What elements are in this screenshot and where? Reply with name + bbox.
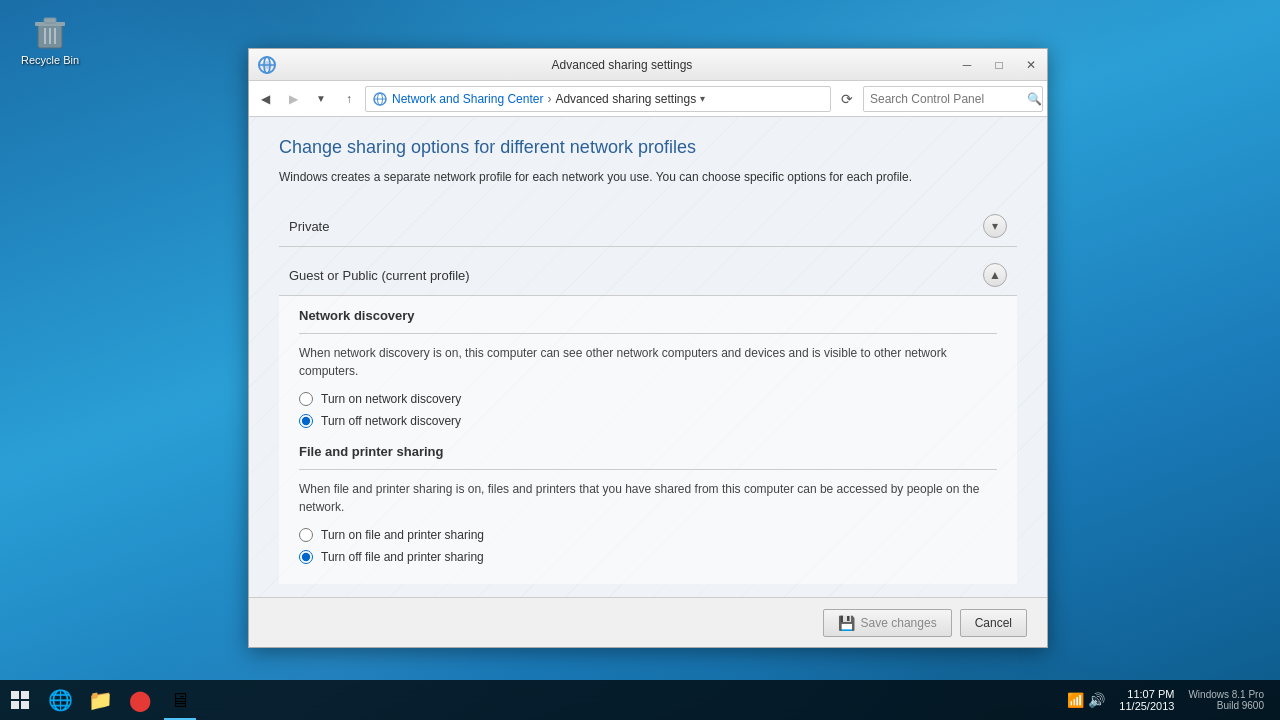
section-private: Private ▾ xyxy=(279,206,1017,247)
search-input[interactable] xyxy=(864,92,1026,106)
svg-rect-13 xyxy=(21,691,29,699)
clock[interactable]: 11:07 PM 11/25/2013 xyxy=(1111,688,1182,712)
window-title: Advanced sharing settings xyxy=(285,58,959,72)
svg-rect-14 xyxy=(11,701,19,709)
taskbar-ie[interactable]: 🌐 xyxy=(40,680,80,720)
svg-rect-2 xyxy=(44,18,56,23)
network-discovery-title: Network discovery xyxy=(299,308,997,323)
network-discovery-off-option[interactable]: Turn off network discovery xyxy=(299,414,997,428)
control-panel-icon: 🖥 xyxy=(170,689,190,712)
network-discovery-divider xyxy=(299,333,997,334)
network-breadcrumb-icon xyxy=(372,91,388,107)
save-changes-label: Save changes xyxy=(861,616,937,630)
windows-info: Windows 8.1 Pro Build 9600 xyxy=(1188,689,1272,711)
app3-icon: ⬤ xyxy=(129,688,151,712)
section-guest-public-content: Network discovery When network discovery… xyxy=(279,296,1017,584)
taskbar-items: 🌐 📁 ⬤ 🖥 xyxy=(40,680,1059,720)
clock-time: 11:07 PM xyxy=(1127,688,1174,700)
breadcrumb: Network and Sharing Center › Advanced sh… xyxy=(365,86,831,112)
section-guest-public: Guest or Public (current profile) ▲ Netw… xyxy=(279,255,1017,584)
section-private-title: Private xyxy=(289,219,329,234)
taskbar-app3[interactable]: ⬤ xyxy=(120,680,160,720)
page-title: Change sharing options for different net… xyxy=(279,137,1017,158)
minimize-button[interactable]: ─ xyxy=(951,49,983,81)
file-printer-title: File and printer sharing xyxy=(299,444,997,459)
window-controls: ─ □ ✕ xyxy=(951,49,1047,81)
file-printer-on-radio[interactable] xyxy=(299,528,313,542)
clock-date: 11/25/2013 xyxy=(1119,700,1174,712)
window-icon xyxy=(257,55,277,75)
taskbar: 🌐 📁 ⬤ 🖥 📶 🔊 11:07 PM 11/25/2013 Windo xyxy=(0,680,1280,720)
advanced-sharing-window: Advanced sharing settings ─ □ ✕ ◀ ▶ ▼ ↑ … xyxy=(248,48,1048,648)
windows-version: Windows 8.1 Pro xyxy=(1188,689,1264,700)
taskbar-file-explorer[interactable]: 📁 xyxy=(80,680,120,720)
forward-button[interactable]: ▶ xyxy=(281,87,305,111)
desktop: Recycle Bin Advanced sharing settings ─ … xyxy=(0,0,1280,720)
windows-build: Build 9600 xyxy=(1217,700,1264,711)
network-discovery-on-option[interactable]: Turn on network discovery xyxy=(299,392,997,406)
network-tray-icon[interactable]: 📶 xyxy=(1067,692,1084,708)
maximize-button[interactable]: □ xyxy=(983,49,1015,81)
network-discovery-off-radio[interactable] xyxy=(299,414,313,428)
file-printer-off-radio[interactable] xyxy=(299,550,313,564)
svg-rect-15 xyxy=(21,701,29,709)
search-box: 🔍 xyxy=(863,86,1043,112)
up-button[interactable]: ↑ xyxy=(337,87,361,111)
file-printer-on-label: Turn on file and printer sharing xyxy=(321,528,484,542)
back-button[interactable]: ◀ xyxy=(253,87,277,111)
file-printer-subsection: File and printer sharing When file and p… xyxy=(299,444,997,564)
search-icon[interactable]: 🔍 xyxy=(1026,87,1042,111)
save-changes-button: 💾 Save changes xyxy=(823,609,952,637)
windows-logo-icon xyxy=(10,690,30,710)
section-guest-public-toggle[interactable]: ▲ xyxy=(983,263,1007,287)
network-discovery-on-radio[interactable] xyxy=(299,392,313,406)
taskbar-right: 📶 🔊 11:07 PM 11/25/2013 Windows 8.1 Pro … xyxy=(1059,680,1280,720)
section-all-networks-header[interactable]: All Networks ▾ xyxy=(279,592,1017,597)
file-explorer-icon: 📁 xyxy=(88,688,113,712)
taskbar-control-panel[interactable]: 🖥 xyxy=(160,680,200,720)
section-private-toggle[interactable]: ▾ xyxy=(983,214,1007,238)
network-discovery-desc: When network discovery is on, this compu… xyxy=(299,344,997,380)
network-discovery-on-label: Turn on network discovery xyxy=(321,392,461,406)
section-guest-public-header[interactable]: Guest or Public (current profile) ▲ xyxy=(279,255,1017,296)
speaker-tray-icon[interactable]: 🔊 xyxy=(1088,692,1105,708)
breadcrumb-current: Advanced sharing settings xyxy=(555,92,696,106)
section-all-networks: All Networks ▾ xyxy=(279,592,1017,597)
network-discovery-off-label: Turn off network discovery xyxy=(321,414,461,428)
cancel-label: Cancel xyxy=(975,616,1012,630)
recycle-bin-label: Recycle Bin xyxy=(21,54,79,66)
svg-rect-12 xyxy=(11,691,19,699)
recycle-bin-icon[interactable]: Recycle Bin xyxy=(15,10,85,66)
breadcrumb-dropdown[interactable]: ▾ xyxy=(700,93,705,104)
refresh-button[interactable]: ⟳ xyxy=(835,87,859,111)
page-description: Windows creates a separate network profi… xyxy=(279,168,1017,186)
content-area: Change sharing options for different net… xyxy=(249,117,1047,597)
cancel-button[interactable]: Cancel xyxy=(960,609,1027,637)
breadcrumb-root[interactable]: Network and Sharing Center xyxy=(392,92,543,106)
network-discovery-subsection: Network discovery When network discovery… xyxy=(299,308,997,428)
file-printer-off-option[interactable]: Turn off file and printer sharing xyxy=(299,550,997,564)
ie-icon: 🌐 xyxy=(48,688,73,712)
recent-pages-button[interactable]: ▼ xyxy=(309,87,333,111)
section-private-header[interactable]: Private ▾ xyxy=(279,206,1017,247)
file-printer-on-option[interactable]: Turn on file and printer sharing xyxy=(299,528,997,542)
close-button[interactable]: ✕ xyxy=(1015,49,1047,81)
bottom-bar: 💾 Save changes Cancel xyxy=(249,597,1047,647)
start-button[interactable] xyxy=(0,680,40,720)
file-printer-off-label: Turn off file and printer sharing xyxy=(321,550,484,564)
file-printer-divider xyxy=(299,469,997,470)
section-guest-public-title: Guest or Public (current profile) xyxy=(289,268,470,283)
title-bar: Advanced sharing settings ─ □ ✕ xyxy=(249,49,1047,81)
file-printer-desc: When file and printer sharing is on, fil… xyxy=(299,480,997,516)
address-bar: ◀ ▶ ▼ ↑ Network and Sharing Center › Adv… xyxy=(249,81,1047,117)
system-tray: 📶 🔊 xyxy=(1067,692,1105,708)
